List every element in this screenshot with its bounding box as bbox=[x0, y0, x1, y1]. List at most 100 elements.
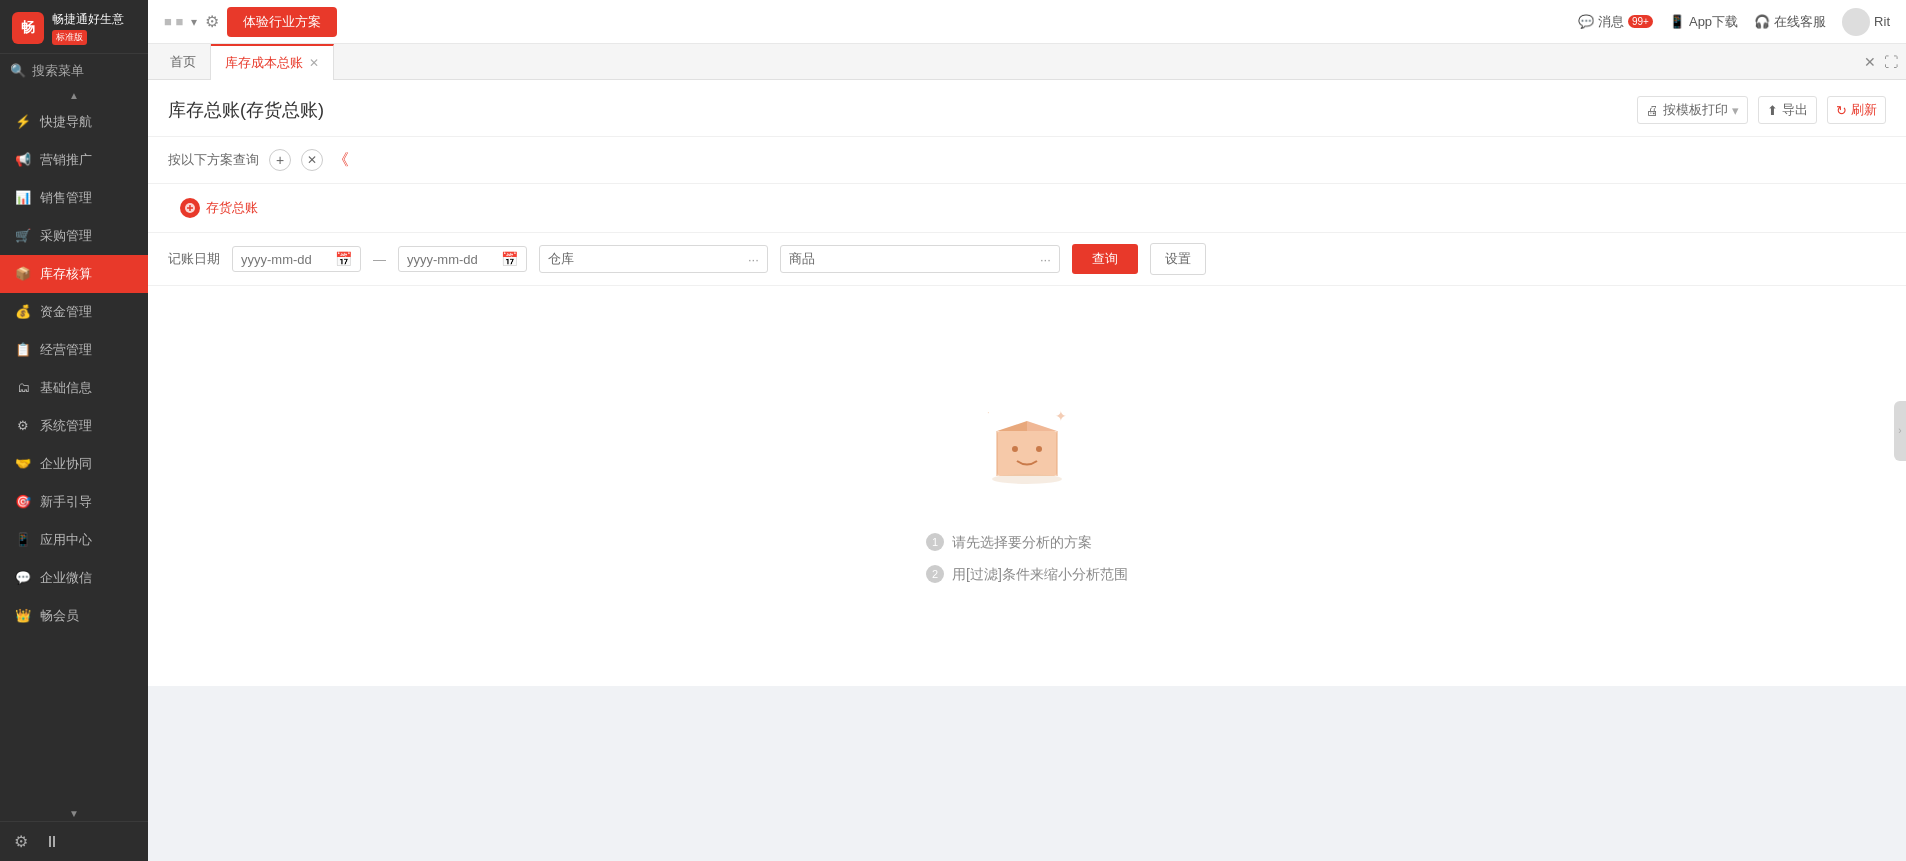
tab-close-all-icon[interactable]: ✕ bbox=[1864, 54, 1876, 70]
svg-text:✦: ✦ bbox=[1055, 408, 1067, 424]
sidebar-item-finance[interactable]: 💰 资金管理 bbox=[0, 293, 148, 331]
sidebar-item-quick-nav[interactable]: ⚡ 快捷导航 bbox=[0, 103, 148, 141]
date-field-label: 记账日期 bbox=[168, 250, 220, 268]
warehouse-more-icon[interactable]: ··· bbox=[748, 252, 759, 267]
collapse-icon[interactable]: ⏸ bbox=[44, 833, 60, 851]
app-download-button[interactable]: 📱 App下载 bbox=[1669, 13, 1738, 31]
scroll-up[interactable]: ▲ bbox=[0, 88, 148, 103]
right-panel-toggle[interactable]: › bbox=[1894, 401, 1906, 461]
filter-area: 按以下方案查询 + ✕ 《 bbox=[148, 137, 1906, 184]
topbar-settings-icon[interactable]: ⚙ bbox=[205, 12, 219, 31]
print-icon: 🖨 bbox=[1646, 103, 1659, 118]
topbar-dropdown-icon[interactable]: ▾ bbox=[191, 15, 197, 29]
tab-inventory-cost[interactable]: 库存成本总账 ✕ bbox=[211, 44, 334, 80]
filter-row: 记账日期 📅 — 📅 仓库 ··· 商品 bbox=[148, 233, 1906, 286]
sidebar-item-label: 基础信息 bbox=[40, 379, 92, 397]
empty-text: 1 请先选择要分析的方案 2 用[过滤]条件来缩小分析范围 bbox=[926, 528, 1128, 592]
scheme-item-inventory[interactable]: 存货总账 bbox=[168, 192, 270, 224]
app-name: 畅捷通好生意 bbox=[52, 12, 124, 28]
sidebar-item-appstore[interactable]: 📱 应用中心 bbox=[0, 521, 148, 559]
date-end-input[interactable]: 📅 bbox=[398, 246, 527, 272]
appstore-icon: 📱 bbox=[14, 531, 32, 549]
svg-rect-1 bbox=[997, 431, 1057, 476]
sidebar-bottom: ⚙ ⏸ bbox=[0, 821, 148, 861]
date-separator: — bbox=[373, 252, 386, 267]
sidebar-item-member[interactable]: 👑 畅会员 bbox=[0, 597, 148, 635]
settings-button[interactable]: 设置 bbox=[1150, 243, 1206, 275]
sidebar-item-label: 应用中心 bbox=[40, 531, 92, 549]
warehouse-field[interactable] bbox=[580, 252, 748, 267]
sidebar-item-label: 新手引导 bbox=[40, 493, 92, 511]
goods-input[interactable]: 商品 ··· bbox=[780, 245, 1060, 273]
step1-num: 1 bbox=[926, 533, 944, 551]
sidebar-item-wechat[interactable]: 💬 企业微信 bbox=[0, 559, 148, 597]
tab-close-icon[interactable]: ✕ bbox=[309, 56, 319, 70]
filter-remove-button[interactable]: ✕ bbox=[301, 149, 323, 171]
page-content: 库存总账(存货总账) 🖨 按模板打印 ▾ ⬆ 导出 ↻ 刷新 bbox=[148, 80, 1906, 861]
member-icon: 👑 bbox=[14, 607, 32, 625]
print-button[interactable]: 🖨 按模板打印 ▾ bbox=[1637, 96, 1748, 124]
svg-marker-3 bbox=[1027, 421, 1057, 431]
settings-icon[interactable]: ⚙ bbox=[14, 832, 28, 851]
date-end-field[interactable] bbox=[407, 252, 497, 267]
goods-field[interactable] bbox=[821, 252, 1040, 267]
export-button[interactable]: ⬆ 导出 bbox=[1758, 96, 1817, 124]
goods-more-icon[interactable]: ··· bbox=[1040, 252, 1051, 267]
app-badge: 标准版 bbox=[52, 30, 87, 45]
system-icon: ⚙ bbox=[14, 417, 32, 435]
basic-icon: 🗂 bbox=[14, 379, 32, 397]
warehouse-input[interactable]: 仓库 ··· bbox=[539, 245, 768, 273]
sidebar-item-sales[interactable]: 📊 销售管理 bbox=[0, 179, 148, 217]
sidebar-item-inventory[interactable]: 📦 库存核算 bbox=[0, 255, 148, 293]
sidebar-item-label: 销售管理 bbox=[40, 189, 92, 207]
refresh-label: 刷新 bbox=[1851, 101, 1877, 119]
filter-collapse-button[interactable]: 《 bbox=[333, 150, 349, 171]
print-label: 按模板打印 bbox=[1663, 101, 1728, 119]
tabbar: 首页 库存成本总账 ✕ ✕ ⛶ bbox=[148, 44, 1906, 80]
tab-expand-icon[interactable]: ⛶ bbox=[1884, 54, 1898, 70]
scroll-down[interactable]: ▼ bbox=[0, 806, 148, 821]
print-dropdown-icon: ▾ bbox=[1732, 103, 1739, 118]
svg-point-7 bbox=[1036, 446, 1042, 452]
online-service-button[interactable]: 🎧 在线客服 bbox=[1754, 13, 1826, 31]
sidebar-item-purchase[interactable]: 🛒 采购管理 bbox=[0, 217, 148, 255]
messages-button[interactable]: 💬 消息 99+ bbox=[1578, 13, 1653, 31]
sidebar-item-guide[interactable]: 🎯 新手引导 bbox=[0, 483, 148, 521]
tab-home-label: 首页 bbox=[170, 53, 196, 71]
enterprise-icon: 🤝 bbox=[14, 455, 32, 473]
user-area[interactable]: Rit bbox=[1842, 8, 1890, 36]
export-icon: ⬆ bbox=[1767, 103, 1778, 118]
sidebar-item-label: 企业微信 bbox=[40, 569, 92, 587]
filter-label: 按以下方案查询 bbox=[168, 151, 259, 169]
filter-add-button[interactable]: + bbox=[269, 149, 291, 171]
sidebar-item-basic[interactable]: 🗂 基础信息 bbox=[0, 369, 148, 407]
warehouse-label: 仓库 bbox=[548, 250, 574, 268]
message-icon: 💬 bbox=[1578, 14, 1594, 29]
search-icon: 🔍 bbox=[10, 63, 26, 78]
search-menu[interactable]: 🔍 搜索菜单 bbox=[0, 54, 148, 88]
step2-num: 2 bbox=[926, 565, 944, 583]
sidebar: 畅 畅捷通好生意 标准版 🔍 搜索菜单 ▲ ⚡ 快捷导航 📢 营销推广 📊 销售… bbox=[0, 0, 148, 861]
date-start-field[interactable] bbox=[241, 252, 331, 267]
query-button[interactable]: 查询 bbox=[1072, 244, 1138, 274]
purchase-icon: 🛒 bbox=[14, 227, 32, 245]
svg-point-10 bbox=[992, 474, 1062, 484]
empty-step1: 1 请先选择要分析的方案 bbox=[926, 528, 1128, 556]
refresh-button[interactable]: ↻ 刷新 bbox=[1827, 96, 1886, 124]
page-title: 库存总账(存货总账) bbox=[168, 98, 324, 122]
tab-home[interactable]: 首页 bbox=[156, 44, 211, 80]
sidebar-item-enterprise[interactable]: 🤝 企业协同 bbox=[0, 445, 148, 483]
sidebar-item-label: 采购管理 bbox=[40, 227, 92, 245]
sidebar-item-marketing[interactable]: 📢 营销推广 bbox=[0, 141, 148, 179]
calendar-end-icon[interactable]: 📅 bbox=[501, 251, 518, 267]
quick-nav-icon: ⚡ bbox=[14, 113, 32, 131]
date-start-input[interactable]: 📅 bbox=[232, 246, 361, 272]
sidebar-item-label: 经营管理 bbox=[40, 341, 92, 359]
topbar-nav: ■ ■ ▾ ⚙ 体验行业方案 bbox=[164, 7, 1570, 37]
trial-button[interactable]: 体验行业方案 bbox=[227, 7, 337, 37]
calendar-start-icon[interactable]: 📅 bbox=[335, 251, 352, 267]
scheme-area: 存货总账 bbox=[148, 184, 1906, 233]
sidebar-item-system[interactable]: ⚙ 系统管理 bbox=[0, 407, 148, 445]
scheme-icon bbox=[180, 198, 200, 218]
sidebar-item-operation[interactable]: 📋 经营管理 bbox=[0, 331, 148, 369]
